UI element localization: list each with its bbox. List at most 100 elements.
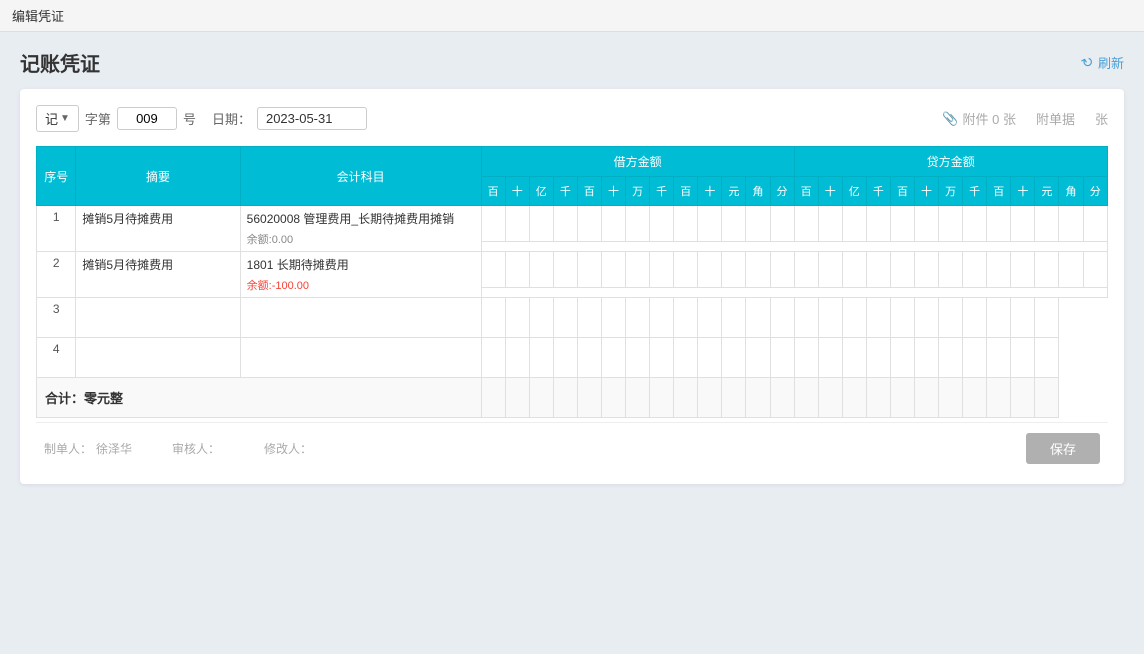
row3-summary[interactable]	[76, 298, 240, 338]
row1-d8[interactable]	[650, 206, 674, 242]
row2-c13[interactable]	[1083, 252, 1107, 288]
row2-c9[interactable]	[987, 252, 1011, 288]
th-seq: 序号	[37, 147, 76, 206]
row1-c4[interactable]	[866, 206, 890, 242]
row2-d2[interactable]	[505, 252, 529, 288]
th-sub-c-shi2: 十	[914, 177, 938, 206]
total-label: 合计：零元整	[37, 378, 482, 418]
total-row: 合计：零元整	[37, 378, 1108, 418]
table-container: 序号 摘要 会计科目 借方金额 贷方金额 百 十 亿 千 百 十 万	[36, 146, 1108, 418]
voucher-number-input[interactable]	[117, 107, 177, 130]
th-sub-c-wan: 万	[939, 177, 963, 206]
row2-d13[interactable]	[770, 252, 794, 288]
modifier-field: 修改人：	[264, 440, 316, 457]
row4-account[interactable]	[240, 338, 481, 378]
th-sub-d-shi3: 十	[698, 177, 722, 206]
page-title: 记账凭证	[20, 48, 100, 77]
date-label: 日期：	[212, 109, 251, 128]
row2-d1[interactable]	[481, 252, 505, 288]
row2-d8[interactable]	[650, 252, 674, 288]
refresh-icon: ↻	[1079, 52, 1098, 73]
row1-d11[interactable]	[722, 206, 746, 242]
row1-c12[interactable]	[1059, 206, 1083, 242]
row1-d10[interactable]	[698, 206, 722, 242]
row1-c7[interactable]	[939, 206, 963, 242]
row2-summary[interactable]: 摊销5月待摊费用	[76, 252, 240, 298]
zhang-label: 张	[1095, 109, 1108, 128]
row1-c1[interactable]	[794, 206, 818, 242]
row2-c7[interactable]	[939, 252, 963, 288]
row1-c5[interactable]	[890, 206, 914, 242]
th-sub-c-qian1: 千	[866, 177, 890, 206]
row1-d6[interactable]	[601, 206, 625, 242]
row1-c2[interactable]	[818, 206, 842, 242]
th-sub-c-bai1: 百	[794, 177, 818, 206]
row1-account[interactable]: 56020008 管理费用_长期待摊费用摊销 余额:0.00	[240, 206, 481, 252]
row2-c8[interactable]	[963, 252, 987, 288]
row2-d12[interactable]	[746, 252, 770, 288]
modifier-label: 修改人：	[264, 440, 312, 457]
row2-c3[interactable]	[842, 252, 866, 288]
row2-c6[interactable]	[914, 252, 938, 288]
th-credit: 贷方金额	[794, 147, 1107, 177]
th-sub-d-shi2: 十	[601, 177, 625, 206]
row2-c11[interactable]	[1035, 252, 1059, 288]
refresh-label: 刷新	[1098, 53, 1124, 72]
row1-c3[interactable]	[842, 206, 866, 242]
single-doc-button[interactable]: 附单据	[1036, 109, 1075, 128]
row2-d3[interactable]	[529, 252, 553, 288]
row4-summary[interactable]	[76, 338, 240, 378]
row2-d9[interactable]	[674, 252, 698, 288]
attachment-link[interactable]: 📎 附件 0 张	[942, 109, 1016, 128]
row1-d4[interactable]	[553, 206, 577, 242]
row1-d3[interactable]	[529, 206, 553, 242]
row1-c9[interactable]	[987, 206, 1011, 242]
th-debit: 借方金额	[481, 147, 794, 177]
row1-c8[interactable]	[963, 206, 987, 242]
window-body: 记账凭证 ↻ 刷新 记 ▼ 字第 号 日期：	[0, 32, 1144, 654]
row1-c10[interactable]	[1011, 206, 1035, 242]
row2-c2[interactable]	[818, 252, 842, 288]
attachment-label: 附件 0 张	[963, 109, 1016, 128]
row1-d7[interactable]	[626, 206, 650, 242]
voucher-type-button[interactable]: 记 ▼	[36, 105, 79, 132]
th-sub-d-yuan: 元	[722, 177, 746, 206]
creator-label: 制单人：	[44, 440, 92, 457]
row2-d7[interactable]	[626, 252, 650, 288]
th-sub-d-qian2: 千	[650, 177, 674, 206]
th-sub-d-bai1: 百	[481, 177, 505, 206]
row1-c13[interactable]	[1083, 206, 1107, 242]
th-sub-d-bai3: 百	[674, 177, 698, 206]
row1-d2[interactable]	[505, 206, 529, 242]
row2-c1[interactable]	[794, 252, 818, 288]
row1-d1[interactable]	[481, 206, 505, 242]
date-input[interactable]	[257, 107, 367, 130]
row2-account[interactable]: 1801 长期待摊费用 余额:-100.00	[240, 252, 481, 298]
row1-d9[interactable]	[674, 206, 698, 242]
row2-c5[interactable]	[890, 252, 914, 288]
row1-d12[interactable]	[746, 206, 770, 242]
row2-d10[interactable]	[698, 252, 722, 288]
row2-c10[interactable]	[1011, 252, 1035, 288]
row2-d11[interactable]	[722, 252, 746, 288]
row3-account[interactable]	[240, 298, 481, 338]
th-sub-c-qian2: 千	[963, 177, 987, 206]
row1-spacer	[481, 242, 1107, 252]
row2-c12[interactable]	[1059, 252, 1083, 288]
row1-c6[interactable]	[914, 206, 938, 242]
window-title: 编辑凭证	[12, 9, 64, 24]
row1-d5[interactable]	[577, 206, 601, 242]
row2-d5[interactable]	[577, 252, 601, 288]
creator-field: 制单人： 徐泽华	[44, 440, 132, 457]
save-button[interactable]: 保存	[1026, 433, 1100, 464]
row1-d13[interactable]	[770, 206, 794, 242]
row1-summary[interactable]: 摊销5月待摊费用	[76, 206, 240, 252]
refresh-button[interactable]: ↻ 刷新	[1082, 53, 1124, 72]
window-titlebar: 编辑凭证	[0, 0, 1144, 32]
row2-c4[interactable]	[866, 252, 890, 288]
row2-d6[interactable]	[601, 252, 625, 288]
row1-c11[interactable]	[1035, 206, 1059, 242]
th-sub-d-shi1: 十	[505, 177, 529, 206]
row2-d4[interactable]	[553, 252, 577, 288]
attachment-area: 📎 附件 0 张 附单据 张	[942, 109, 1108, 128]
